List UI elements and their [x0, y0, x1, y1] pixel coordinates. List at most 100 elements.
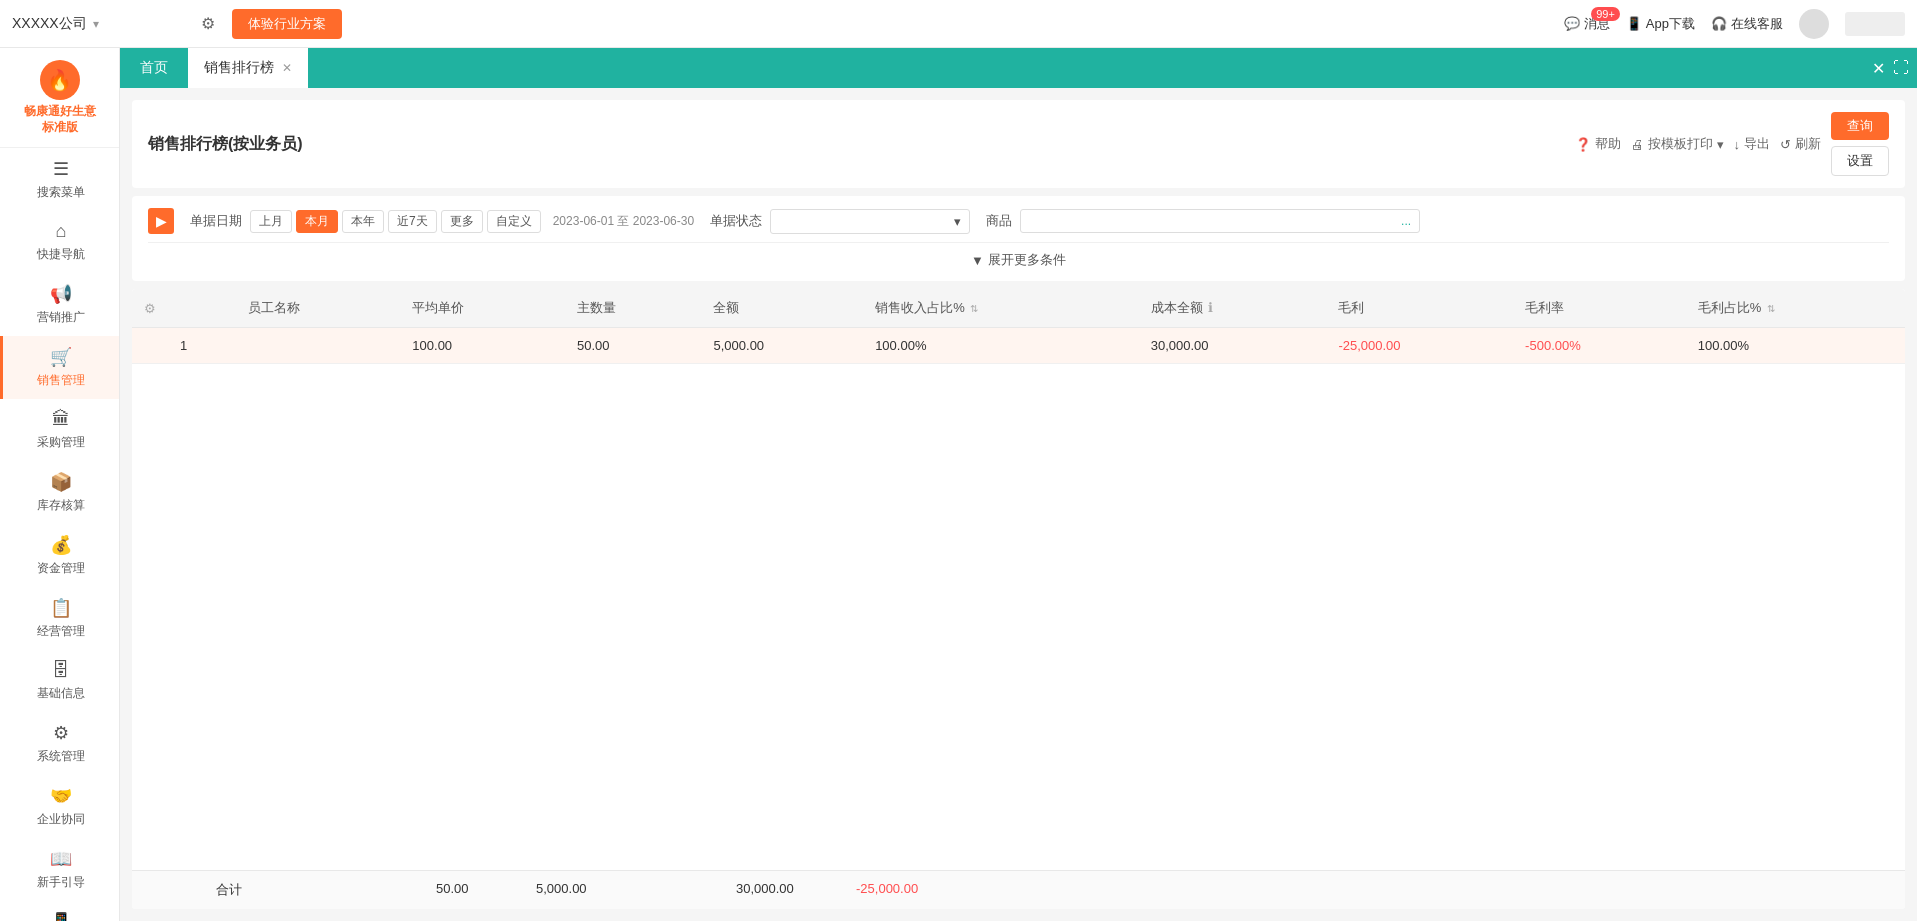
sidebar-item-purchase[interactable]: 🏛 采购管理 — [0, 399, 119, 461]
sidebar-item-management[interactable]: 📋 经营管理 — [0, 587, 119, 650]
page-title: 销售排行榜(按业务员) — [148, 134, 303, 155]
trial-button[interactable]: 体验行业方案 — [232, 9, 342, 39]
date-btn-thisyear[interactable]: 本年 — [342, 210, 384, 233]
column-settings-icon[interactable]: ⚙ — [144, 301, 156, 316]
date-btn-thismonth[interactable]: 本月 — [296, 210, 338, 233]
app-download-button[interactable]: 📱 App下载 — [1626, 15, 1695, 33]
settings-button[interactable]: 设置 — [1831, 146, 1889, 176]
cell-gross-profit: -25,000.00 — [1326, 328, 1513, 364]
company-selector[interactable]: XXXXX公司 ▾ — [12, 15, 192, 33]
print-icon: 🖨 — [1631, 137, 1644, 152]
date-btn-7days[interactable]: 近7天 — [388, 210, 437, 233]
footer-gross-rate — [964, 881, 1064, 899]
avatar[interactable] — [1799, 9, 1829, 39]
sidebar-item-basic-info[interactable]: 🗄 基础信息 — [0, 650, 119, 712]
filter-row: ▶ 单据日期 上月 本月 本年 近7天 更多 自定义 2023-0 — [148, 208, 1889, 234]
tab-close-icon[interactable]: ✕ — [282, 61, 292, 75]
info-icon[interactable]: ℹ — [1208, 300, 1213, 315]
more-icon[interactable]: ... — [1401, 214, 1411, 228]
help-button[interactable]: ❓ 帮助 — [1575, 135, 1621, 153]
user-name — [1845, 12, 1905, 36]
sidebar-item-system[interactable]: ⚙ 系统管理 — [0, 712, 119, 775]
footer-main-qty: 50.00 — [424, 881, 524, 899]
sidebar-item-label: 新手引导 — [37, 874, 85, 891]
date-label: 单据日期 — [190, 212, 242, 230]
sidebar-item-search[interactable]: ☰ 搜索菜单 — [0, 148, 119, 211]
sidebar-item-marketing[interactable]: 📢 营销推广 — [0, 273, 119, 336]
footer-avg-price — [324, 881, 424, 899]
refresh-icon: ↺ — [1780, 137, 1791, 152]
sidebar-item-nav[interactable]: ⌂ 快捷导航 — [0, 211, 119, 273]
date-range: 2023-06-01 至 2023-06-30 — [553, 213, 694, 230]
refresh-button[interactable]: ↺ 刷新 — [1780, 135, 1821, 153]
maximize-icon[interactable]: ⛶ — [1893, 59, 1909, 77]
top-bar: XXXXX公司 ▾ ⚙ 体验行业方案 💬 消息 99+ 📱 App下载 🎧 在线… — [0, 0, 1917, 48]
company-name: XXXXX公司 — [12, 15, 87, 33]
settings-gear-button[interactable]: ⚙ — [192, 8, 224, 40]
status-label: 单据状态 — [710, 212, 762, 230]
page-header: 销售排行榜(按业务员) ❓ 帮助 🖨 按模板打印 ▾ ↓ 导出 — [132, 100, 1905, 188]
col-cost-amount: 成本全额 ℹ — [1139, 289, 1327, 328]
close-window-icon[interactable]: ✕ — [1872, 59, 1885, 78]
goods-input[interactable]: ... — [1020, 209, 1420, 233]
mobile-icon: 📱 — [50, 911, 72, 921]
data-table: ⚙ 员工名称 平均单价 主数量 全额 销售收入占比% ⇅ — [132, 289, 1905, 364]
date-buttons: 上月 本月 本年 近7天 更多 自定义 — [250, 210, 541, 233]
col-sales-pct: 销售收入占比% ⇅ — [863, 289, 1139, 328]
sidebar-item-inventory[interactable]: 📦 库存核算 — [0, 461, 119, 524]
page-content: 销售排行榜(按业务员) ❓ 帮助 🖨 按模板打印 ▾ ↓ 导出 — [120, 88, 1917, 921]
date-btn-custom[interactable]: 自定义 — [487, 210, 541, 233]
clipboard-icon: 📋 — [50, 597, 72, 619]
col-name: 员工名称 — [236, 289, 401, 328]
tab-home[interactable]: 首页 — [120, 48, 188, 88]
filter-area: ▶ 单据日期 上月 本月 本年 近7天 更多 自定义 2023-0 — [132, 196, 1905, 281]
page-actions: ❓ 帮助 🖨 按模板打印 ▾ ↓ 导出 ↺ 刷新 — [1575, 112, 1890, 176]
gear-icon: ⚙ — [53, 722, 69, 744]
export-button[interactable]: ↓ 导出 — [1734, 135, 1771, 153]
status-select[interactable]: ▾ — [770, 209, 970, 234]
message-button[interactable]: 💬 消息 99+ — [1564, 15, 1610, 33]
tab-bar: 首页 销售排行榜 ✕ ✕ ⛶ — [120, 48, 1917, 88]
query-button[interactable]: 查询 — [1831, 112, 1889, 140]
book-icon: 📖 — [50, 848, 72, 870]
box-icon: 📦 — [50, 471, 72, 493]
money-icon: 💰 — [50, 534, 72, 556]
headset-icon: 🎧 — [1711, 16, 1727, 31]
footer-sales-pct — [624, 881, 724, 899]
tab-sales-ranking[interactable]: 销售排行榜 ✕ — [188, 48, 308, 88]
sidebar-item-collaboration[interactable]: 🤝 企业协同 — [0, 775, 119, 838]
sidebar-item-guide[interactable]: 📖 新手引导 — [0, 838, 119, 901]
chevron-down-icon: ▾ — [1717, 137, 1724, 152]
status-filter: 单据状态 ▾ — [710, 209, 970, 234]
cell-cost-amount: 30,000.00 — [1139, 328, 1327, 364]
cell-sales-pct: 100.00% — [863, 328, 1139, 364]
date-btn-lastmonth[interactable]: 上月 — [250, 210, 292, 233]
date-btn-more[interactable]: 更多 — [441, 210, 483, 233]
template-print-button[interactable]: 🖨 按模板打印 ▾ — [1631, 135, 1724, 153]
sidebar-item-label: 经营管理 — [37, 623, 85, 640]
cell-name — [236, 328, 401, 364]
sidebar-item-finance[interactable]: 💰 资金管理 — [0, 524, 119, 587]
table-header-row: ⚙ 员工名称 平均单价 主数量 全额 销售收入占比% ⇅ — [132, 289, 1905, 328]
cell-gross-pct: 100.00% — [1686, 328, 1905, 364]
col-gross-rate: 毛利率 — [1513, 289, 1686, 328]
sidebar-item-label: 采购管理 — [37, 434, 85, 451]
col-settings[interactable]: ⚙ — [132, 289, 168, 328]
cell-settings — [132, 328, 168, 364]
top-bar-right: 💬 消息 99+ 📱 App下载 🎧 在线客服 — [1564, 9, 1905, 39]
export-icon: ↓ — [1734, 137, 1741, 152]
tab-bar-actions: ✕ ⛶ — [1872, 59, 1917, 78]
logo-area: 🔥 畅康通好生意 标准版 — [0, 48, 119, 148]
expand-more-button[interactable]: ▼ 展开更多条件 — [148, 242, 1889, 269]
content-area: 首页 销售排行榜 ✕ ✕ ⛶ 销售排行榜(按业务员) ❓ 帮助 — [120, 48, 1917, 921]
sort-icon-2[interactable]: ⇅ — [1767, 303, 1775, 314]
expand-arrow-button[interactable]: ▶ — [148, 208, 174, 234]
sidebar-item-app-center[interactable]: 📱 应用中心 — [0, 901, 119, 921]
online-service-button[interactable]: 🎧 在线客服 — [1711, 15, 1783, 33]
footer-gross-profit: -25,000.00 — [844, 881, 964, 899]
col-gross-profit: 毛利 — [1326, 289, 1513, 328]
sort-icon[interactable]: ⇅ — [970, 303, 978, 314]
col-main-qty: 主数量 — [565, 289, 702, 328]
goods-filter: 商品 ... — [986, 209, 1420, 233]
sidebar-item-sales[interactable]: 🛒 销售管理 — [0, 336, 119, 399]
